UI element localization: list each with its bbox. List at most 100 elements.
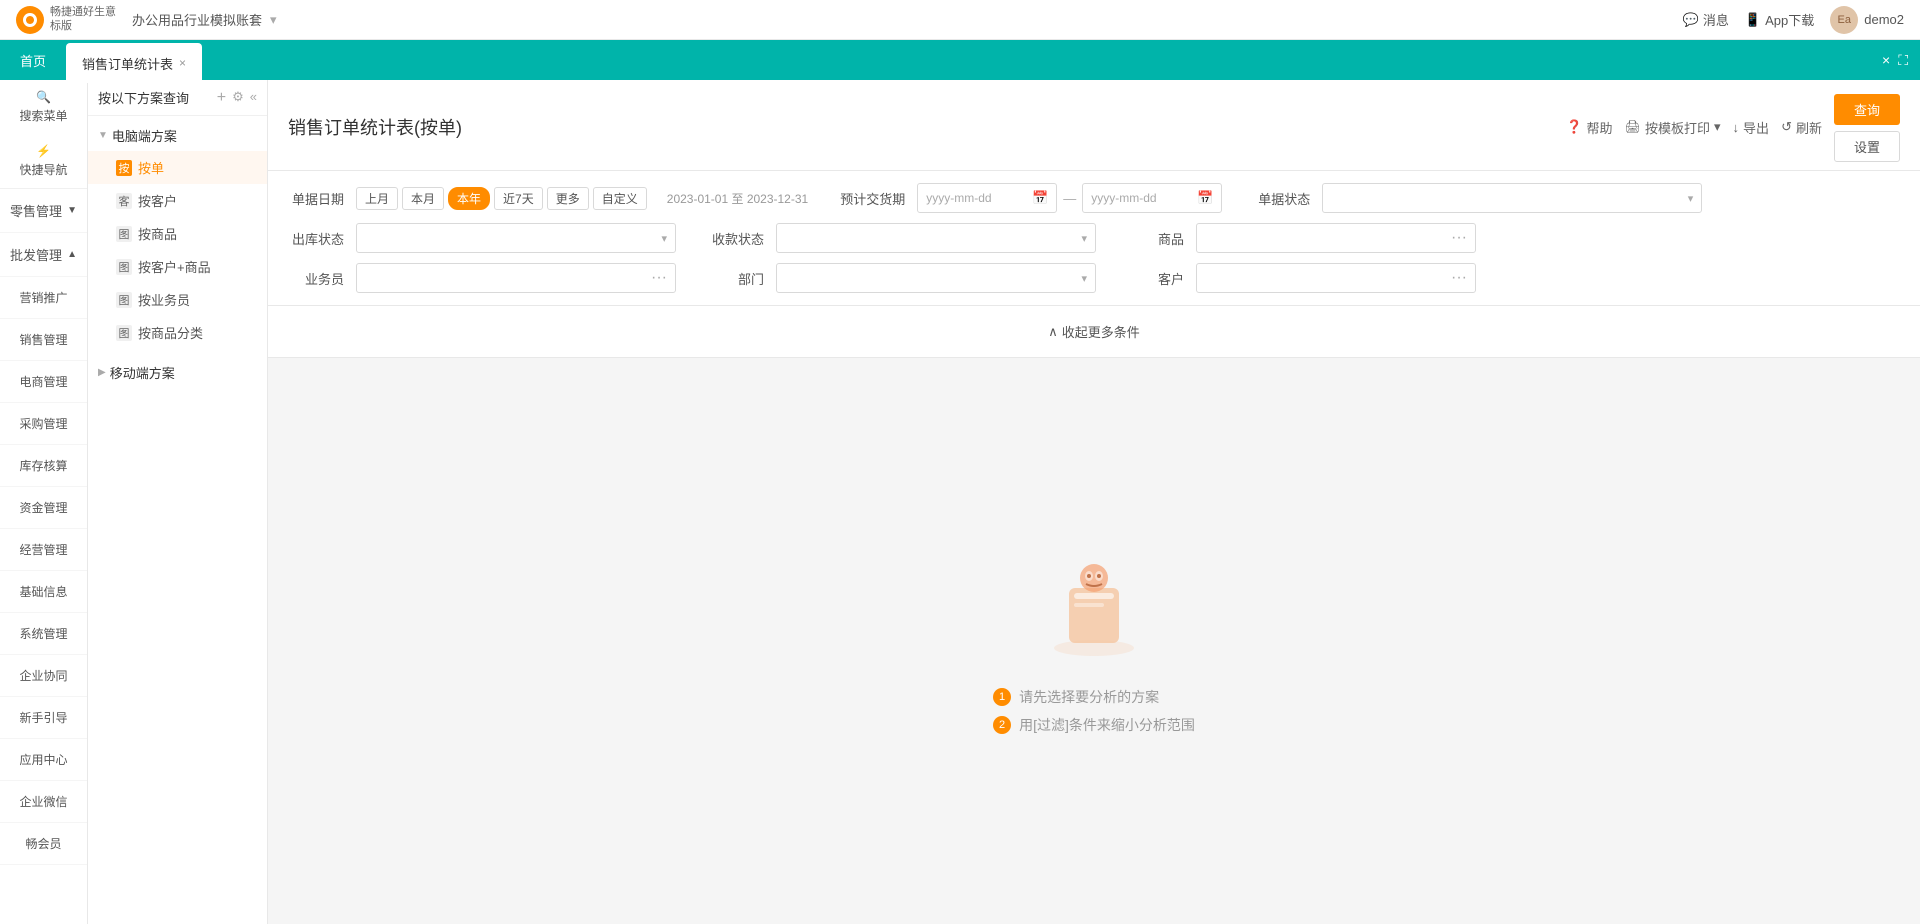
date-more[interactable]: 更多 [547, 187, 589, 210]
tab-close-icon[interactable]: × [179, 56, 186, 70]
tab-home[interactable]: 首页 [0, 40, 66, 80]
logo-icon [16, 6, 44, 34]
calendar-icon-end: 📅 [1197, 190, 1213, 206]
sidebar-item-finance[interactable]: 资金管理 [0, 487, 87, 529]
scheme-section-pc-header[interactable]: ▼ 电脑端方案 [88, 120, 267, 151]
sidebar-item-sales[interactable]: 销售管理 [0, 319, 87, 361]
sidebar-search[interactable]: 🔍 搜索菜单 [0, 80, 87, 134]
date-this-year[interactable]: 本年 [448, 187, 490, 210]
goods-dots[interactable]: ··· [1451, 229, 1467, 247]
salesperson-select[interactable]: ··· [356, 263, 676, 293]
scheme-item-by-customer[interactable]: 客 按客户 [88, 184, 267, 217]
dropdown-icon[interactable]: ▾ [270, 12, 277, 28]
sidebar-nav[interactable]: ⚡ 快捷导航 [0, 134, 87, 188]
sidebar-item-wholesale[interactable]: 批发管理 ▲ [0, 233, 87, 277]
topbar-left: 畅捷通好生意 标版 办公用品行业模拟账套 ▾ [16, 6, 277, 34]
mobile-section-arrow-icon: ▶ [98, 367, 106, 378]
logo-area: 畅捷通好生意 标版 [16, 6, 116, 34]
page-header: 销售订单统计表(按单) ❓ 帮助 🖨 按模板打印 ▾ ↓ 导出 [268, 80, 1920, 171]
sidebar-item-appstore[interactable]: 应用中心 [0, 739, 87, 781]
tab-sales-order[interactable]: 销售订单统计表 × [66, 43, 202, 83]
app-download-btn[interactable]: 📱 App下载 [1745, 10, 1814, 29]
payment-status-label: 收款状态 [708, 229, 764, 248]
scheme-collapse-icon[interactable]: « [250, 89, 257, 107]
help-btn[interactable]: ❓ 帮助 [1566, 118, 1612, 137]
sidebar-item-enterprise[interactable]: 企业协同 [0, 655, 87, 697]
scheme-item-by-category[interactable]: 图 按商品分类 [88, 316, 267, 349]
by-goods-icon: 图 [116, 226, 132, 242]
sidebar-item-retail[interactable]: 零售管理 ▼ [0, 189, 87, 233]
collapse-arrow-icon: ∧ [1048, 324, 1058, 340]
sidebar-item-purchase[interactable]: 采购管理 [0, 403, 87, 445]
ship-status-select[interactable]: ▾ [356, 223, 676, 253]
customer-dots[interactable]: ··· [1451, 269, 1467, 287]
download-icon: 📱 [1745, 12, 1761, 28]
sidebar-item-ecommerce[interactable]: 电商管理 [0, 361, 87, 403]
collapse-area: ∧ 收起更多条件 [268, 306, 1920, 358]
date-divider: — [1063, 191, 1076, 206]
page-title: 销售订单统计表(按单) [288, 114, 462, 140]
department-arrow-icon: ▾ [1081, 272, 1087, 285]
export-btn[interactable]: ↓ 导出 [1733, 118, 1770, 137]
empty-tip-2: 2 用[过滤]条件来缩小分析范围 [993, 715, 1195, 735]
customer-select[interactable]: ··· [1196, 263, 1476, 293]
date-custom[interactable]: 自定义 [593, 187, 647, 210]
salesperson-dots[interactable]: ··· [651, 269, 667, 287]
scheme-section-pc: ▼ 电脑端方案 按 按单 客 按客户 图 按商品 图 按客户+商品 [88, 116, 267, 353]
empty-tip-1: 1 请先选择要分析的方案 [993, 687, 1195, 707]
nav-icon: ⚡ [36, 144, 51, 158]
empty-state: 1 请先选择要分析的方案 2 用[过滤]条件来缩小分析范围 [268, 358, 1920, 924]
expected-date-end[interactable]: yyyy-mm-dd 📅 [1082, 183, 1222, 213]
window-maximize-icon[interactable]: ⛶ [1898, 52, 1908, 69]
scheme-settings-icon[interactable]: ⚙ [232, 89, 244, 107]
date-range-display: 2023-01-01 至 2023-12-31 [667, 190, 808, 207]
customer-label: 客户 [1128, 269, 1184, 288]
scheme-item-by-customer-goods[interactable]: 图 按客户+商品 [88, 250, 267, 283]
sidebar-item-wechat[interactable]: 企业微信 [0, 781, 87, 823]
query-button[interactable]: 查询 [1834, 94, 1900, 125]
expected-date-start[interactable]: yyyy-mm-dd 📅 [917, 183, 1057, 213]
scheme-header-title: 按以下方案查询 [98, 88, 189, 107]
by-customer-icon: 客 [116, 193, 132, 209]
export-icon: ↓ [1733, 120, 1740, 135]
department-select[interactable]: ▾ [776, 263, 1096, 293]
collapse-btn[interactable]: ∧ 收起更多条件 [1032, 314, 1156, 349]
date-this-month[interactable]: 本月 [402, 187, 444, 210]
scheme-item-by-order[interactable]: 按 按单 [88, 151, 267, 184]
sidebar-item-marketing[interactable]: 营销推广 [0, 277, 87, 319]
tabbar: 首页 销售订单统计表 × × ⛶ [0, 40, 1920, 80]
sidebar-item-basic[interactable]: 基础信息 [0, 571, 87, 613]
sidebar-item-operation[interactable]: 经营管理 [0, 529, 87, 571]
search-icon: 🔍 [36, 90, 51, 104]
by-order-icon: 按 [116, 160, 132, 176]
date-last-month[interactable]: 上月 [356, 187, 398, 210]
scheme-add-icon[interactable]: + [217, 89, 226, 107]
window-close-icon[interactable]: × [1882, 52, 1890, 68]
settings-button[interactable]: 设置 [1834, 131, 1900, 162]
scheme-section-mobile-header[interactable]: ▶ 移动端方案 [88, 357, 267, 388]
scheme-panel: 按以下方案查询 + ⚙ « ▼ 电脑端方案 按 按单 客 [88, 80, 268, 924]
date-last-7[interactable]: 近7天 [494, 187, 543, 210]
scheme-item-by-salesperson[interactable]: 图 按业务员 [88, 283, 267, 316]
goods-select[interactable]: ··· [1196, 223, 1476, 253]
content: 按以下方案查询 + ⚙ « ▼ 电脑端方案 按 按单 客 [88, 80, 1920, 924]
payment-status-select[interactable]: ▾ [776, 223, 1096, 253]
pc-section-arrow-icon: ▼ [98, 130, 108, 141]
filter-row-more: 业务员 ··· 部门 ▾ 客户 ··· [288, 263, 1900, 293]
app-title: 办公用品行业模拟账套 [132, 10, 262, 29]
scheme-item-by-goods[interactable]: 图 按商品 [88, 217, 267, 250]
user-avatar[interactable]: Ea demo2 [1830, 6, 1904, 34]
sidebar-item-inventory[interactable]: 库存核算 [0, 445, 87, 487]
main-area: 销售订单统计表(按单) ❓ 帮助 🖨 按模板打印 ▾ ↓ 导出 [268, 80, 1920, 924]
sidebar-item-member[interactable]: 畅会员 [0, 823, 87, 865]
template-print-btn[interactable]: 🖨 按模板打印 ▾ [1624, 118, 1720, 137]
sidebar-item-system[interactable]: 系统管理 [0, 613, 87, 655]
empty-tips: 1 请先选择要分析的方案 2 用[过滤]条件来缩小分析范围 [993, 687, 1195, 735]
message-icon: 💬 [1683, 12, 1699, 28]
refresh-btn[interactable]: ↺ 刷新 [1781, 118, 1822, 137]
message-btn[interactable]: 💬 消息 [1683, 10, 1729, 29]
sidebar-item-newbie[interactable]: 新手引导 [0, 697, 87, 739]
filter-row-date: 单据日期 上月 本月 本年 近7天 更多 自定义 2023-01-01 至 20… [288, 183, 1900, 213]
topbar-right: 💬 消息 📱 App下载 Ea demo2 [1683, 6, 1904, 34]
order-status-select[interactable]: ▾ [1322, 183, 1702, 213]
